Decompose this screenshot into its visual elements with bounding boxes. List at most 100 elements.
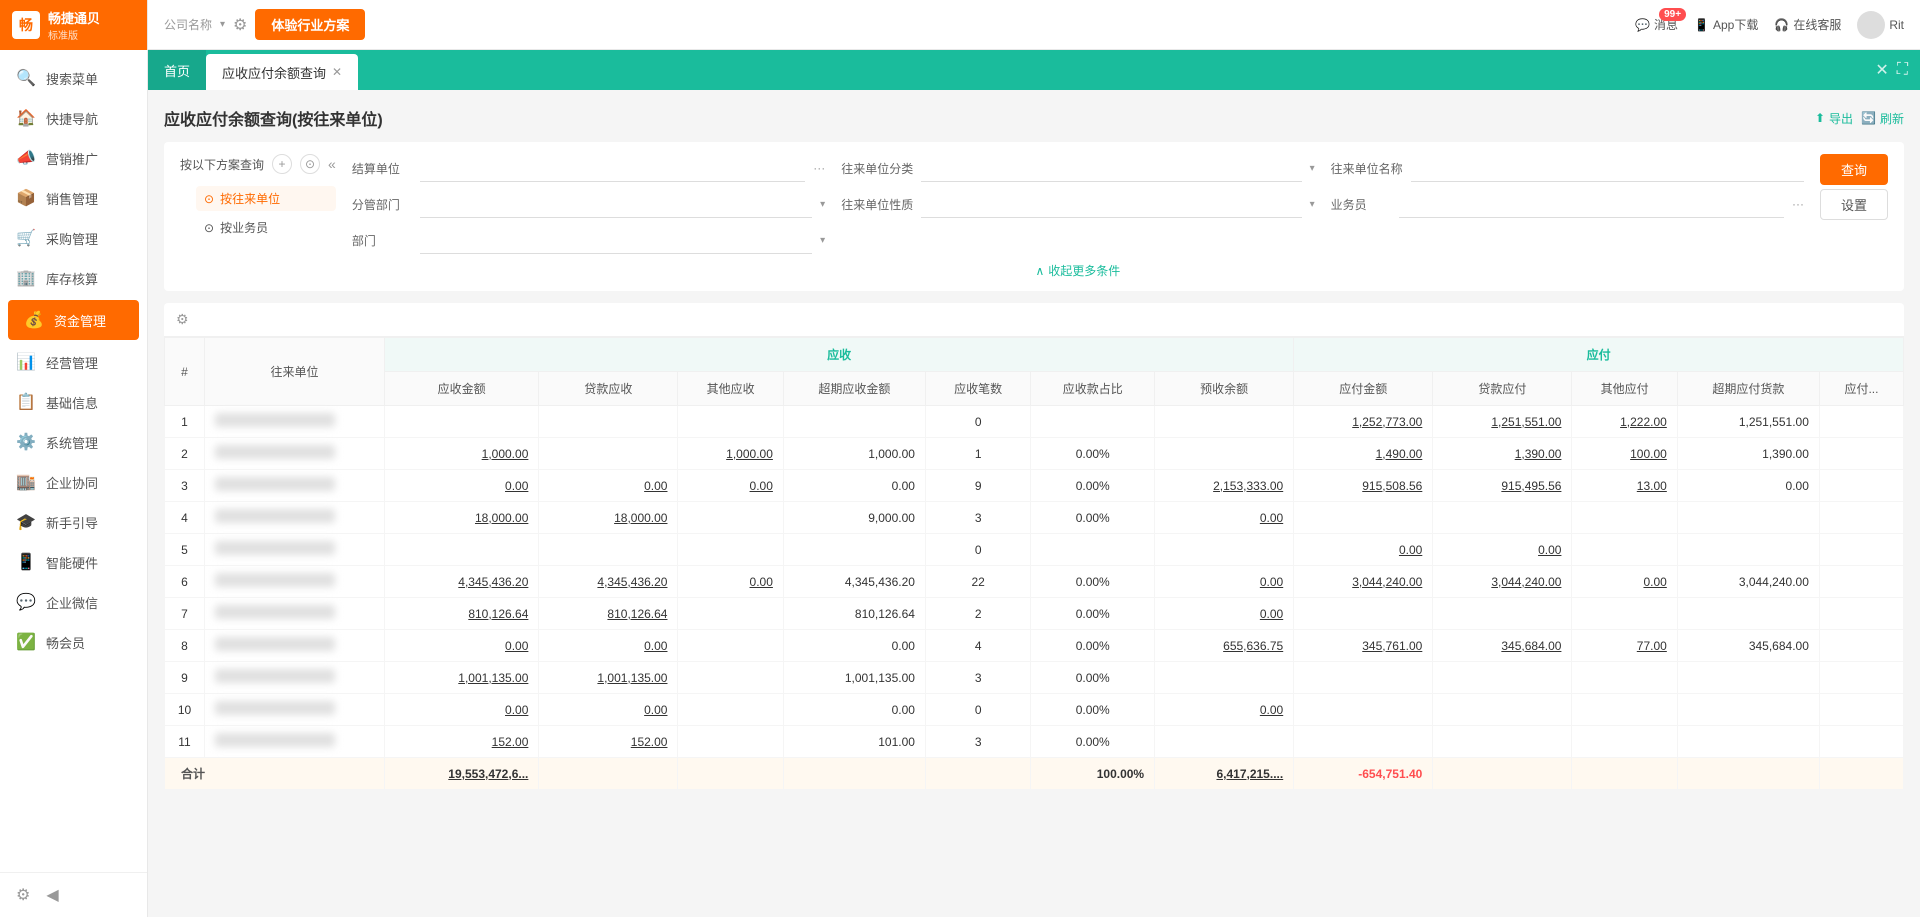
topbar-gear-icon[interactable]: ⚙ [233, 15, 247, 35]
topbar: 公司名称 ▾ ⚙ 体验行业方案 💬 消息 99+ 📱 App下载 🎧 在线客服 … [148, 0, 1920, 50]
dept-input[interactable] [420, 226, 812, 254]
total-payable-more [1819, 758, 1903, 790]
sidebar-label-operation: 经营管理 [46, 353, 98, 372]
partner-category-input[interactable] [921, 154, 1301, 182]
row-index: 9 [165, 662, 205, 694]
tab-receivable[interactable]: 应收应付余额查询 ✕ [206, 54, 358, 90]
sidebar-item-system[interactable]: ⚙️ 系统管理 [0, 422, 147, 462]
sidebar-item-hardware[interactable]: 📱 智能硬件 [0, 542, 147, 582]
guide-icon: 🎓 [16, 512, 36, 532]
total-receivable-loans [539, 758, 678, 790]
sidebar-label-purchase: 采购管理 [46, 229, 98, 248]
sidebar-item-member[interactable]: ✅ 畅会员 [0, 622, 147, 662]
total-advance-balance[interactable]: 6,417,215.... [1155, 758, 1294, 790]
sidebar-label-wechat: 企业微信 [46, 593, 98, 612]
sidebar-item-inventory[interactable]: 🏢 库存核算 [0, 258, 147, 298]
sidebar-label-guide: 新手引导 [46, 513, 98, 532]
sidebar-item-purchase[interactable]: 🛒 采购管理 [0, 218, 147, 258]
filter-header-text: 按以下方案查询 [180, 156, 264, 173]
partner-name-input[interactable] [1411, 154, 1804, 182]
sidebar-item-capital[interactable]: 💰 资金管理 [8, 300, 139, 340]
salesperson-dots[interactable]: ··· [1792, 197, 1804, 211]
tab-receivable-label: 应收应付余额查询 [222, 63, 326, 82]
salesperson-subnav-icon: ⊙ [204, 221, 214, 235]
col-header-receivable-amount: 应收金额 [385, 372, 539, 406]
settlement-unit-dots[interactable]: ··· [813, 161, 825, 175]
refresh-button[interactable]: 🔄 刷新 [1861, 110, 1904, 127]
table-section: ⚙ # 往来单位 应收 应付 应收金额 贷款应收 其他应收 [164, 303, 1904, 790]
total-overdue-payable [1677, 758, 1819, 790]
tabbar-expand-icon[interactable]: ⛶ [1897, 61, 1908, 79]
sidebar-item-guide[interactable]: 🎓 新手引导 [0, 502, 147, 542]
collapse-chevron-icon: ∧ [1035, 264, 1044, 278]
table-row: 100.000.000.0000.00%0.00 [165, 694, 1904, 726]
total-payable-amount: -654,751.40 [1294, 758, 1433, 790]
tabbar-close-icon[interactable]: ✕ [1875, 60, 1888, 80]
filter-add-button[interactable]: + [272, 154, 292, 174]
dept-chevron[interactable]: ▾ [820, 235, 825, 246]
data-table: # 往来单位 应收 应付 应收金额 贷款应收 其他应收 超期应收金额 应收笔数 … [164, 337, 1904, 790]
filter-subnav-salesperson-label: 按业务员 [220, 219, 268, 236]
partner-nature-chevron[interactable]: ▾ [1310, 199, 1315, 210]
col-group-receivable: 应收 [385, 338, 1294, 372]
tab-home[interactable]: 首页 [148, 50, 206, 90]
col-group-payable: 应付 [1294, 338, 1904, 372]
sidebar-item-quicknav[interactable]: 🏠 快捷导航 [0, 98, 147, 138]
sidebar-item-operation[interactable]: 📊 经营管理 [0, 342, 147, 382]
partner-nature-label: 往来单位性质 [841, 196, 913, 213]
footer-collapse-icon[interactable]: ◀ [46, 885, 58, 905]
salesperson-input[interactable] [1399, 190, 1784, 218]
filter-subnav-partner[interactable]: ⊙ 按往来单位 [196, 186, 336, 211]
sidebar-item-wechat[interactable]: 💬 企业微信 [0, 582, 147, 622]
col-header-partner: 往来单位 [205, 338, 385, 406]
topbar-cta-button[interactable]: 体验行业方案 [255, 9, 365, 40]
footer-settings-icon[interactable]: ⚙ [16, 885, 30, 905]
topbar-app-download[interactable]: 📱 App下载 [1694, 16, 1758, 33]
sidebar-item-basic[interactable]: 📋 基础信息 [0, 382, 147, 422]
sidebar-item-enterprise[interactable]: 🏬 企业协同 [0, 462, 147, 502]
settlement-unit-input[interactable] [420, 154, 805, 182]
page-content: 应收应付余额查询(按往来单位) ⬆ 导出 🔄 刷新 按以下方案查询 [148, 90, 1920, 806]
sidebar-item-sales[interactable]: 📦 销售管理 [0, 178, 147, 218]
filter-subnav-salesperson[interactable]: ⊙ 按业务员 [196, 215, 336, 240]
table-scroll-container[interactable]: # 往来单位 应收 应付 应收金额 贷款应收 其他应收 超期应收金额 应收笔数 … [164, 337, 1904, 790]
partner-category-chevron[interactable]: ▾ [1310, 163, 1315, 174]
tab-home-label: 首页 [164, 61, 190, 80]
total-receivable-ratio: 100.00% [1031, 758, 1155, 790]
row-index: 11 [165, 726, 205, 758]
total-payable-loans [1433, 758, 1572, 790]
partner-name-label: 往来单位名称 [1331, 160, 1403, 177]
total-receivable-amount[interactable]: 19,553,472,6... [385, 758, 539, 790]
settings-button[interactable]: 设置 [1820, 189, 1888, 220]
messages-badge: 99+ [1659, 8, 1686, 21]
export-button[interactable]: ⬆ 导出 [1815, 110, 1853, 127]
filter-collapse-row[interactable]: ∧ 收起更多条件 [352, 262, 1804, 279]
sidebar-item-marketing[interactable]: 📣 营销推广 [0, 138, 147, 178]
filter-collapse-button[interactable]: « [328, 156, 336, 172]
total-payable-other [1572, 758, 1677, 790]
table-config-icon[interactable]: ⚙ [176, 311, 189, 328]
sidebar-item-search[interactable]: 🔍 搜索菜单 [0, 58, 147, 98]
filter-setting-button[interactable]: ⊙ [300, 154, 320, 174]
query-button[interactable]: 查询 [1820, 154, 1888, 185]
inventory-icon: 🏢 [16, 268, 36, 288]
topbar-messages[interactable]: 💬 消息 99+ [1635, 16, 1678, 33]
logo-icon: 畅 [12, 11, 40, 39]
topbar-chevron-icon[interactable]: ▾ [220, 19, 225, 30]
topbar-user[interactable]: Rit [1857, 11, 1904, 39]
col-header-receivable-other: 其他应收 [678, 372, 783, 406]
topbar-online-service[interactable]: 🎧 在线客服 [1774, 16, 1841, 33]
online-service-icon: 🎧 [1774, 18, 1789, 32]
row-partner [205, 438, 385, 470]
col-header-payable-amount: 应付金额 [1294, 372, 1433, 406]
filter-empty-1 [841, 226, 1314, 254]
row-index: 5 [165, 534, 205, 566]
partner-nature-input[interactable] [921, 190, 1301, 218]
managing-dept-chevron[interactable]: ▾ [820, 199, 825, 210]
managing-dept-input[interactable] [420, 190, 812, 218]
filter-grid: 结算单位 ··· 往来单位分类 ▾ 往来单位名称 [352, 154, 1804, 254]
sidebar-label-enterprise: 企业协同 [46, 473, 98, 492]
topbar-brand-text: 公司名称 [164, 16, 212, 33]
tab-close-icon[interactable]: ✕ [332, 65, 342, 79]
row-partner [205, 630, 385, 662]
